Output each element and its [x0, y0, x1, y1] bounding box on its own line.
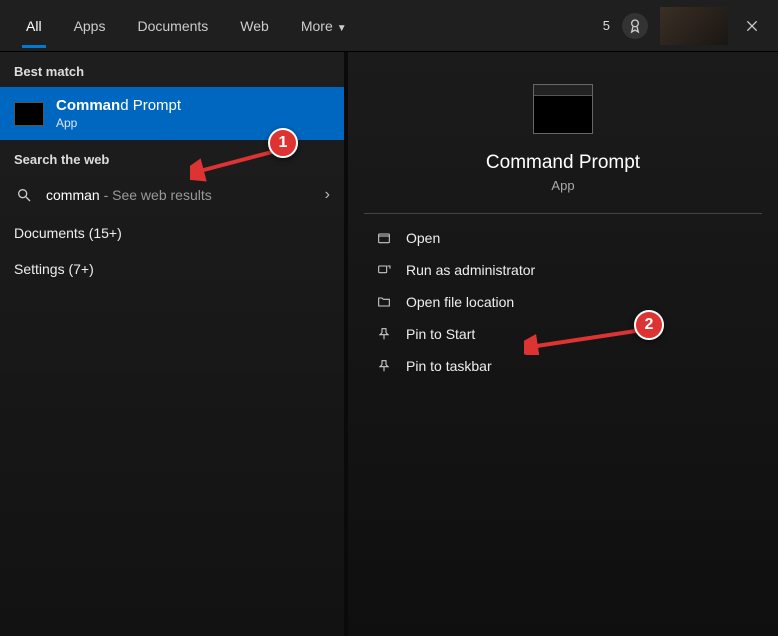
annotation-marker-1: 1: [268, 128, 298, 158]
action-open[interactable]: Open: [364, 222, 762, 254]
preview-panel: Command Prompt App Open Run as administr…: [344, 52, 778, 636]
action-label: Open: [406, 230, 440, 246]
action-label: Pin to taskbar: [406, 358, 492, 374]
preview-subtitle: App: [364, 178, 762, 193]
action-open-file-location[interactable]: Open file location: [364, 286, 762, 318]
search-icon: [14, 185, 34, 205]
documents-category[interactable]: Documents (15+): [0, 215, 344, 251]
action-run-as-admin[interactable]: Run as administrator: [364, 254, 762, 286]
action-label: Run as administrator: [406, 262, 535, 278]
tab-web[interactable]: Web: [224, 4, 285, 48]
action-label: Open file location: [406, 294, 514, 310]
annotation-marker-2: 2: [634, 310, 664, 340]
folder-icon: [376, 294, 392, 310]
preview-title: Command Prompt: [364, 152, 762, 174]
shield-icon: [376, 262, 392, 278]
header-right: 5: [603, 7, 778, 45]
result-title: Command Prompt: [56, 97, 181, 114]
tab-apps[interactable]: Apps: [58, 4, 122, 48]
best-match-heading: Best match: [0, 52, 344, 87]
reward-count: 5: [603, 18, 610, 33]
chevron-down-icon: ▼: [337, 23, 347, 34]
pin-icon: [376, 326, 392, 342]
web-search-text: comman - See web results: [46, 187, 212, 203]
annotation-arrow-1: [190, 146, 280, 186]
settings-category[interactable]: Settings (7+): [0, 251, 344, 287]
open-icon: [376, 230, 392, 246]
rewards-icon[interactable]: [622, 13, 648, 39]
user-avatar[interactable]: [660, 7, 728, 45]
annotation-arrow-2: [524, 325, 644, 355]
preview-app-icon: [533, 84, 593, 134]
result-subtitle: App: [56, 116, 181, 130]
action-label: Pin to Start: [406, 326, 475, 342]
search-scope-tabs: All Apps Documents Web More▼: [0, 4, 363, 48]
chevron-right-icon: ›: [325, 186, 330, 204]
command-prompt-icon: [14, 102, 44, 126]
tab-all[interactable]: All: [10, 4, 58, 48]
tab-documents[interactable]: Documents: [121, 4, 224, 48]
close-icon: [744, 18, 760, 34]
close-button[interactable]: [740, 14, 764, 38]
tab-more[interactable]: More▼: [285, 4, 363, 48]
web-search-row[interactable]: comman - See web results ›: [0, 175, 344, 215]
header-bar: All Apps Documents Web More▼ 5: [0, 0, 778, 52]
results-panel: Best match Command Prompt App Search the…: [0, 52, 344, 636]
pin-taskbar-icon: [376, 358, 392, 374]
divider: [364, 213, 762, 214]
